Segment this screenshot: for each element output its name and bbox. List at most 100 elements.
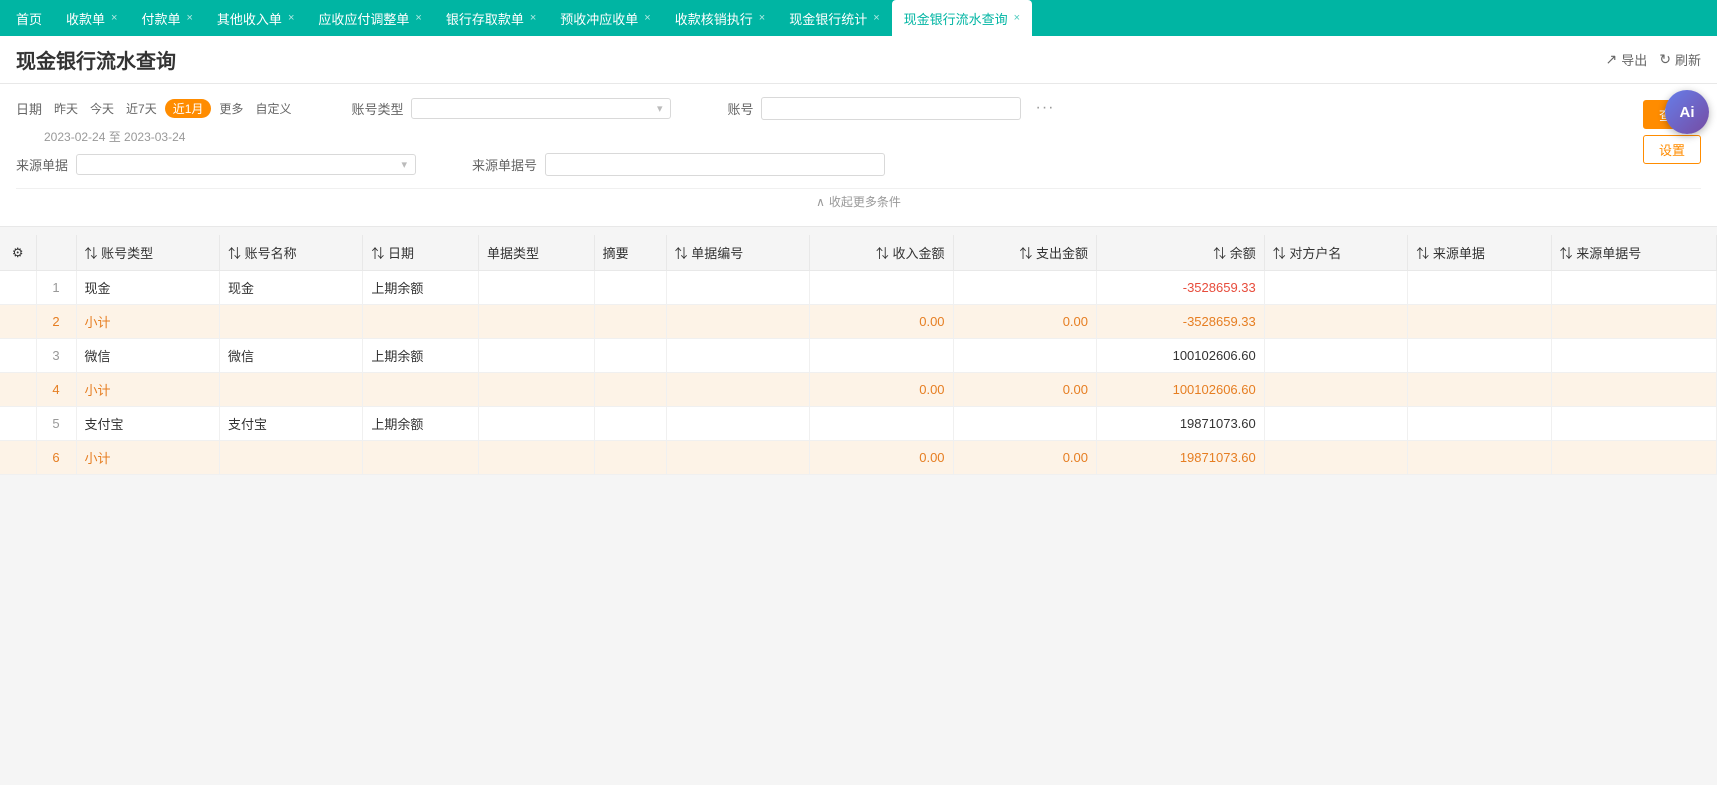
row-income-4 xyxy=(810,407,953,441)
row-balance-5: 19871073.60 xyxy=(1097,441,1265,475)
source-doc-no-label: 来源单据号 xyxy=(472,155,537,174)
filter-row-1: 日期 昨天 今天 近7天 近1月 更多 自定义 账号类型 ▾ xyxy=(16,96,1627,120)
row-doc-no-1 xyxy=(666,305,809,339)
nav-tab-5[interactable]: 预收冲应收单 × xyxy=(548,0,662,36)
row-doc-type-5 xyxy=(479,441,595,475)
close-tab-5[interactable]: × xyxy=(644,12,650,24)
close-tab-7[interactable]: × xyxy=(873,12,879,24)
nav-tab-7[interactable]: 现金银行统计 × xyxy=(777,0,891,36)
row-account-type-0: 现金 xyxy=(76,271,219,305)
nav-home[interactable]: 首页 xyxy=(4,9,54,28)
row-balance-2: 100102606.60 xyxy=(1097,339,1265,373)
nav-tab-8[interactable]: 现金银行流水查询 × xyxy=(892,0,1032,36)
col-doc-no[interactable]: ⇅ 单据编号 xyxy=(666,235,809,271)
row-summary-0 xyxy=(594,271,666,305)
close-tab-3[interactable]: × xyxy=(415,12,421,24)
close-tab-6[interactable]: × xyxy=(759,12,765,24)
row-date-0: 上期余额 xyxy=(363,271,479,305)
export-icon: ↗ xyxy=(1606,51,1618,68)
row-source-doc-no-3 xyxy=(1551,373,1716,407)
row-counterparty-4 xyxy=(1264,407,1407,441)
col-expense[interactable]: ⇅ 支出金额 xyxy=(953,235,1096,271)
col-source-doc[interactable]: ⇅ 来源单据 xyxy=(1408,235,1551,271)
col-balance[interactable]: ⇅ 余额 xyxy=(1097,235,1265,271)
row-account-type-4: 支付宝 xyxy=(76,407,219,441)
col-counterparty[interactable]: ⇅ 对方户名 xyxy=(1264,235,1407,271)
col-summary: 摘要 xyxy=(594,235,666,271)
row-source-doc-1 xyxy=(1408,305,1551,339)
col-date[interactable]: ⇅ 日期 xyxy=(363,235,479,271)
close-tab-4[interactable]: × xyxy=(530,12,536,24)
row-date-5 xyxy=(363,441,479,475)
refresh-button[interactable]: ↻ 刷新 xyxy=(1659,50,1701,69)
nav-tab-2[interactable]: 其他收入单 × xyxy=(205,0,306,36)
account-type-label: 账号类型 xyxy=(351,99,403,118)
close-tab-2[interactable]: × xyxy=(288,12,294,24)
row-summary-4 xyxy=(594,407,666,441)
export-button[interactable]: ↗ 导出 xyxy=(1606,50,1648,69)
col-doc-type: 单据类型 xyxy=(479,235,595,271)
account-filter-group: 账号 ··· xyxy=(727,96,1060,120)
source-doc-no-input[interactable] xyxy=(545,153,885,176)
date-btn-custom[interactable]: 自定义 xyxy=(251,99,295,118)
row-doc-type-1 xyxy=(479,305,595,339)
nav-tab-4[interactable]: 银行存取款单 × xyxy=(434,0,548,36)
row-doc-no-3 xyxy=(666,373,809,407)
header-bar: 现金银行流水查询 ↗ 导出 ↻ 刷新 xyxy=(0,36,1717,84)
close-tab-8[interactable]: × xyxy=(1014,12,1020,24)
date-btn-today[interactable]: 今天 xyxy=(86,99,118,118)
row-account-name-2: 微信 xyxy=(219,339,362,373)
source-doc-select[interactable]: ▾ xyxy=(76,154,416,175)
row-expense-3: 0.00 xyxy=(953,373,1096,407)
close-tab-0[interactable]: × xyxy=(111,12,117,24)
row-source-doc-2 xyxy=(1408,339,1551,373)
row-income-5: 0.00 xyxy=(810,441,953,475)
row-source-doc-no-1 xyxy=(1551,305,1716,339)
date-btn-more[interactable]: 更多 xyxy=(215,99,247,118)
filter-row-2: 来源单据 ▾ 来源单据号 xyxy=(16,153,1627,176)
account-input[interactable] xyxy=(761,97,1021,120)
nav-tab-0[interactable]: 收款单 × xyxy=(54,0,129,36)
filter-area: 日期 昨天 今天 近7天 近1月 更多 自定义 账号类型 ▾ xyxy=(0,84,1717,227)
row-date-1 xyxy=(363,305,479,339)
nav-tab-6[interactable]: 收款核销执行 × xyxy=(663,0,777,36)
row-doc-type-2 xyxy=(479,339,595,373)
col-income[interactable]: ⇅ 收入金额 xyxy=(810,235,953,271)
row-income-0 xyxy=(810,271,953,305)
row-account-name-4: 支付宝 xyxy=(219,407,362,441)
row-account-type-5: 小计 xyxy=(76,441,219,475)
close-tab-1[interactable]: × xyxy=(186,12,192,24)
source-doc-label: 来源单据 xyxy=(16,155,68,174)
ai-badge[interactable]: Ai xyxy=(1665,90,1709,134)
account-label: 账号 xyxy=(727,99,753,118)
date-btn-7days[interactable]: 近7天 xyxy=(122,99,161,118)
account-more-icon[interactable]: ··· xyxy=(1029,96,1060,120)
col-account-name[interactable]: ⇅ 账号名称 xyxy=(219,235,362,271)
date-btn-yesterday[interactable]: 昨天 xyxy=(50,99,82,118)
col-source-doc-no[interactable]: ⇅ 来源单据号 xyxy=(1551,235,1716,271)
row-balance-4: 19871073.60 xyxy=(1097,407,1265,441)
row-doc-no-4 xyxy=(666,407,809,441)
col-account-type[interactable]: ⇅ 账号类型 xyxy=(76,235,219,271)
row-summary-2 xyxy=(594,339,666,373)
row-expense-1: 0.00 xyxy=(953,305,1096,339)
nav-tab-1[interactable]: 付款单 × xyxy=(129,0,204,36)
row-doc-type-4 xyxy=(479,407,595,441)
row-num-2: 3 xyxy=(36,339,76,373)
collapse-bar[interactable]: ∧ 收起更多条件 xyxy=(16,188,1701,214)
source-doc-no-filter-group: 来源单据号 xyxy=(472,153,885,176)
date-range-text: 2023-02-24 至 2023-03-24 xyxy=(44,128,1627,145)
nav-tab-3[interactable]: 应收应付调整单 × xyxy=(306,0,433,36)
chevron-down-icon: ▾ xyxy=(657,102,663,115)
row-source-doc-no-4 xyxy=(1551,407,1716,441)
row-balance-3: 100102606.60 xyxy=(1097,373,1265,407)
col-gear[interactable]: ⚙ xyxy=(0,235,36,271)
row-source-doc-no-0 xyxy=(1551,271,1716,305)
row-summary-1 xyxy=(594,305,666,339)
row-account-type-1: 小计 xyxy=(76,305,219,339)
page-title: 现金银行流水查询 xyxy=(16,45,176,74)
date-btn-1month[interactable]: 近1月 xyxy=(165,99,212,118)
row-expense-4 xyxy=(953,407,1096,441)
settings-button[interactable]: 设置 xyxy=(1643,135,1701,164)
account-type-select[interactable]: ▾ xyxy=(411,98,671,119)
